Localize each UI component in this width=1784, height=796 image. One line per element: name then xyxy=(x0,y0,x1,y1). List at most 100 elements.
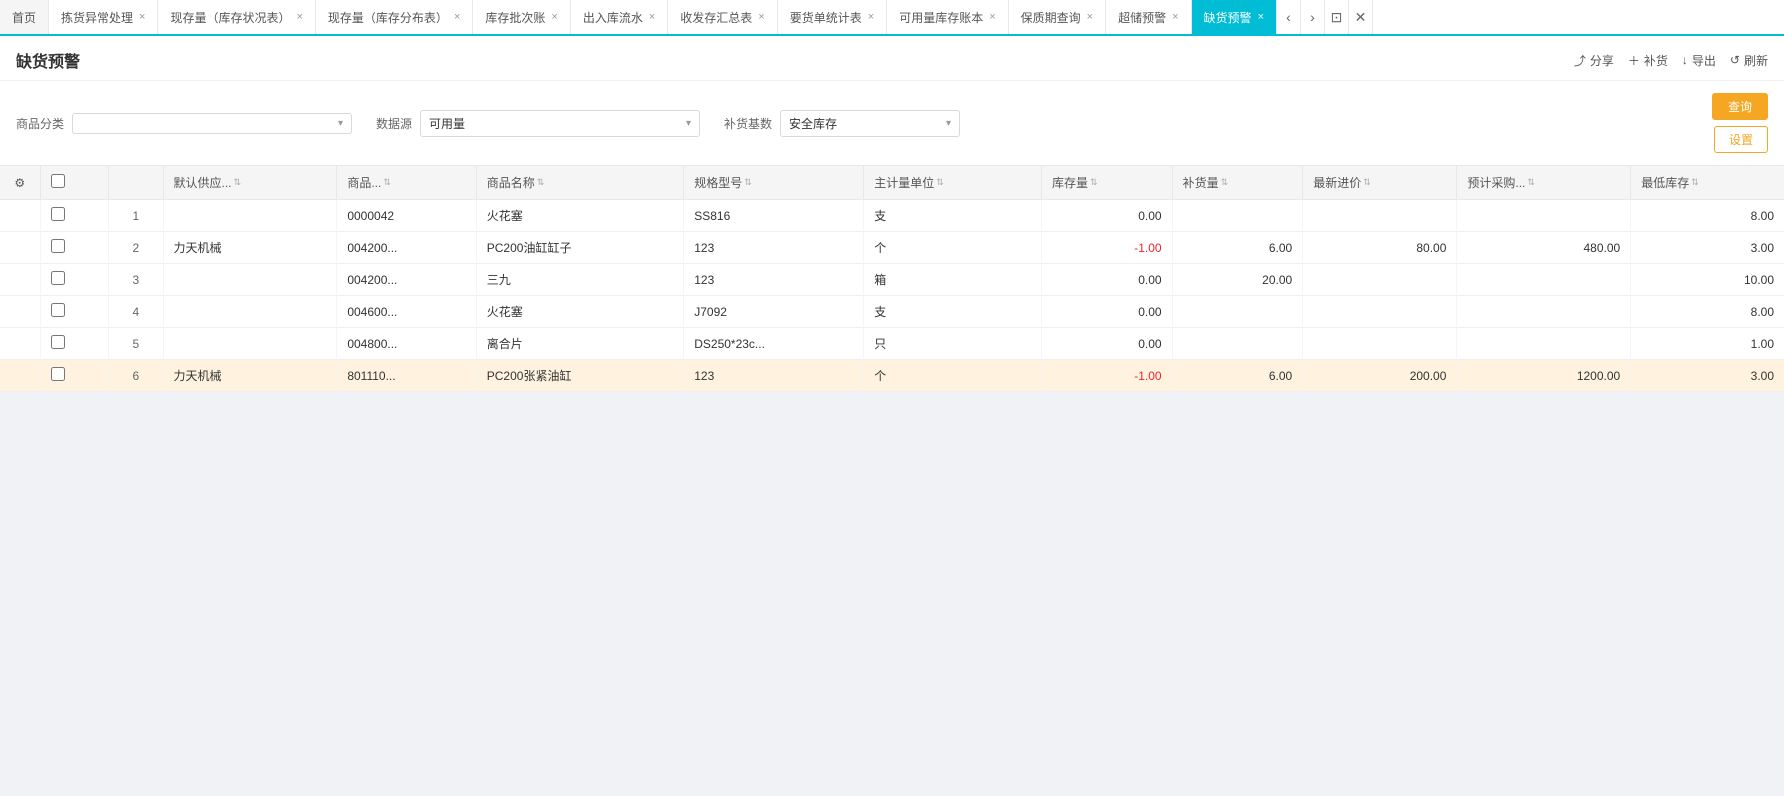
tab-order-stats-label: 要货单统计表 xyxy=(790,9,862,26)
tab-home[interactable]: 首页 xyxy=(0,0,49,34)
th-product-name[interactable]: 商品名称 ⇅ xyxy=(476,166,683,200)
tab-prev-btn[interactable]: ‹ xyxy=(1277,0,1301,35)
th-spec[interactable]: 规格型号 ⇅ xyxy=(684,166,864,200)
td-spec: J7092 xyxy=(684,296,864,328)
td-spec: 123 xyxy=(684,232,864,264)
td-settings-cell xyxy=(0,296,40,328)
row-checkbox[interactable] xyxy=(51,207,65,221)
th-settings[interactable]: ⚙ xyxy=(0,166,40,200)
tab-shortage-close[interactable]: × xyxy=(1258,11,1264,23)
tab-shortage[interactable]: 缺货预警 × xyxy=(1192,0,1277,34)
tab-available-ledger[interactable]: 可用量库存账本 × xyxy=(887,0,1008,34)
td-latest-price xyxy=(1303,296,1457,328)
tab-overstock-close[interactable]: × xyxy=(1172,11,1178,23)
replenish-button[interactable]: ＋ 补货 xyxy=(1628,52,1668,69)
td-product-code: 004200... xyxy=(337,264,476,296)
tab-inventory-dist-close[interactable]: × xyxy=(454,11,460,23)
td-unit: 支 xyxy=(864,296,1042,328)
filter-area: 商品分类 ▾ 数据源 可用量 ▾ 补货基数 安全库存 ▾ 查询 设置 xyxy=(0,81,1784,165)
category-select[interactable]: ▾ xyxy=(72,113,352,134)
tab-inventory-dist[interactable]: 现存量（库存分布表） × xyxy=(316,0,473,34)
td-checkbox xyxy=(40,232,109,264)
tab-inventory-status-close[interactable]: × xyxy=(296,11,302,23)
replenish-icon: ＋ xyxy=(1628,52,1640,69)
td-stock: 0.00 xyxy=(1041,264,1172,296)
td-unit: 支 xyxy=(864,200,1042,232)
tab-inventory-status[interactable]: 现存量（库存状况表） × xyxy=(158,0,315,34)
tab-picking[interactable]: 拣货异常处理 × xyxy=(49,0,158,34)
td-product-code: 004800... xyxy=(337,328,476,360)
row-checkbox[interactable] xyxy=(51,335,65,349)
td-checkbox xyxy=(40,328,109,360)
td-settings-cell xyxy=(0,328,40,360)
td-product-name: 离合片 xyxy=(476,328,683,360)
td-est-purchase xyxy=(1457,328,1631,360)
th-replenish-qty[interactable]: 补货量 ⇅ xyxy=(1172,166,1303,200)
tab-overstock[interactable]: 超储预警 × xyxy=(1106,0,1191,34)
table-row: 5 004800... 离合片 DS250*23c... 只 0.00 1.00 xyxy=(0,328,1784,360)
td-spec: DS250*23c... xyxy=(684,328,864,360)
td-product-name: PC200张紧油缸 xyxy=(476,360,683,392)
tab-order-stats-close[interactable]: × xyxy=(868,11,874,23)
table-row: 1 0000042 火花塞 SS816 支 0.00 8.00 xyxy=(0,200,1784,232)
td-latest-price xyxy=(1303,264,1457,296)
tab-flow[interactable]: 出入库流水 × xyxy=(571,0,668,34)
td-product-name: 火花塞 xyxy=(476,200,683,232)
td-stock: -1.00 xyxy=(1041,360,1172,392)
tab-expiry-close[interactable]: × xyxy=(1087,11,1093,23)
tab-shortage-label: 缺货预警 xyxy=(1204,9,1252,26)
td-supplier xyxy=(163,328,337,360)
table-row: 2 力天机械 004200... PC200油缸缸子 123 个 -1.00 6… xyxy=(0,232,1784,264)
th-stock[interactable]: 库存量 ⇅ xyxy=(1041,166,1172,200)
th-default-supplier[interactable]: 默认供应... ⇅ xyxy=(163,166,337,200)
table-wrapper: ⚙ 默认供应... ⇅ 商品.. xyxy=(0,165,1784,392)
row-checkbox[interactable] xyxy=(51,271,65,285)
td-product-code: 004200... xyxy=(337,232,476,264)
refresh-icon: ↺ xyxy=(1730,53,1740,67)
th-latest-price[interactable]: 最新进价 ⇅ xyxy=(1303,166,1457,200)
row-checkbox[interactable] xyxy=(51,239,65,253)
tab-close-all-btn[interactable]: ✕ xyxy=(1349,0,1373,35)
tab-picking-label: 拣货异常处理 xyxy=(61,9,133,26)
refresh-label: 刷新 xyxy=(1744,52,1768,69)
datasource-filter-group: 数据源 可用量 ▾ xyxy=(376,110,700,137)
tab-next-btn[interactable]: › xyxy=(1301,0,1325,35)
tab-restore-btn[interactable]: ⊡ xyxy=(1325,0,1349,35)
tab-summary-close[interactable]: × xyxy=(758,11,764,23)
td-checkbox xyxy=(40,296,109,328)
th-product-code[interactable]: 商品... ⇅ xyxy=(337,166,476,200)
datasource-chevron-icon: ▾ xyxy=(686,118,691,129)
row-checkbox[interactable] xyxy=(51,367,65,381)
th-unit-label: 主计量单位 xyxy=(874,174,934,191)
td-latest-price: 80.00 xyxy=(1303,232,1457,264)
replenish-base-select[interactable]: 安全库存 ▾ xyxy=(780,110,960,137)
share-label: 分享 xyxy=(1590,52,1614,69)
table-header-row: ⚙ 默认供应... ⇅ 商品.. xyxy=(0,166,1784,200)
datasource-select[interactable]: 可用量 ▾ xyxy=(420,110,700,137)
export-button[interactable]: ↓ 导出 xyxy=(1682,52,1716,69)
th-min-stock[interactable]: 最低库存 ⇅ xyxy=(1631,166,1784,200)
share-button[interactable]: ⤴ 分享 xyxy=(1574,52,1614,69)
tab-batch-account[interactable]: 库存批次账 × xyxy=(473,0,570,34)
tab-available-ledger-close[interactable]: × xyxy=(989,11,995,23)
th-unit[interactable]: 主计量单位 ⇅ xyxy=(864,166,1042,200)
query-button[interactable]: 查询 xyxy=(1712,93,1768,120)
settings-button[interactable]: 设置 xyxy=(1714,126,1768,153)
tab-order-stats[interactable]: 要货单统计表 × xyxy=(778,0,887,34)
datasource-value: 可用量 xyxy=(429,115,465,132)
sort-icon-stock: ⇅ xyxy=(1090,177,1098,188)
th-default-supplier-label: 默认供应... xyxy=(174,174,232,191)
tab-flow-close[interactable]: × xyxy=(649,11,655,23)
tab-batch-account-close[interactable]: × xyxy=(551,11,557,23)
table-row: 4 004600... 火花塞 J7092 支 0.00 8.00 xyxy=(0,296,1784,328)
tab-summary[interactable]: 收发存汇总表 × xyxy=(668,0,777,34)
tab-expiry[interactable]: 保质期查询 × xyxy=(1009,0,1106,34)
select-all-checkbox[interactable] xyxy=(51,174,65,188)
table-row: 3 004200... 三九 123 箱 0.00 20.00 10.00 xyxy=(0,264,1784,296)
td-checkbox xyxy=(40,360,109,392)
refresh-button[interactable]: ↺ 刷新 xyxy=(1730,52,1768,69)
td-replenish-qty: 20.00 xyxy=(1172,264,1303,296)
tab-picking-close[interactable]: × xyxy=(139,11,145,23)
th-est-purchase[interactable]: 预计采购... ⇅ xyxy=(1457,166,1631,200)
row-checkbox[interactable] xyxy=(51,303,65,317)
